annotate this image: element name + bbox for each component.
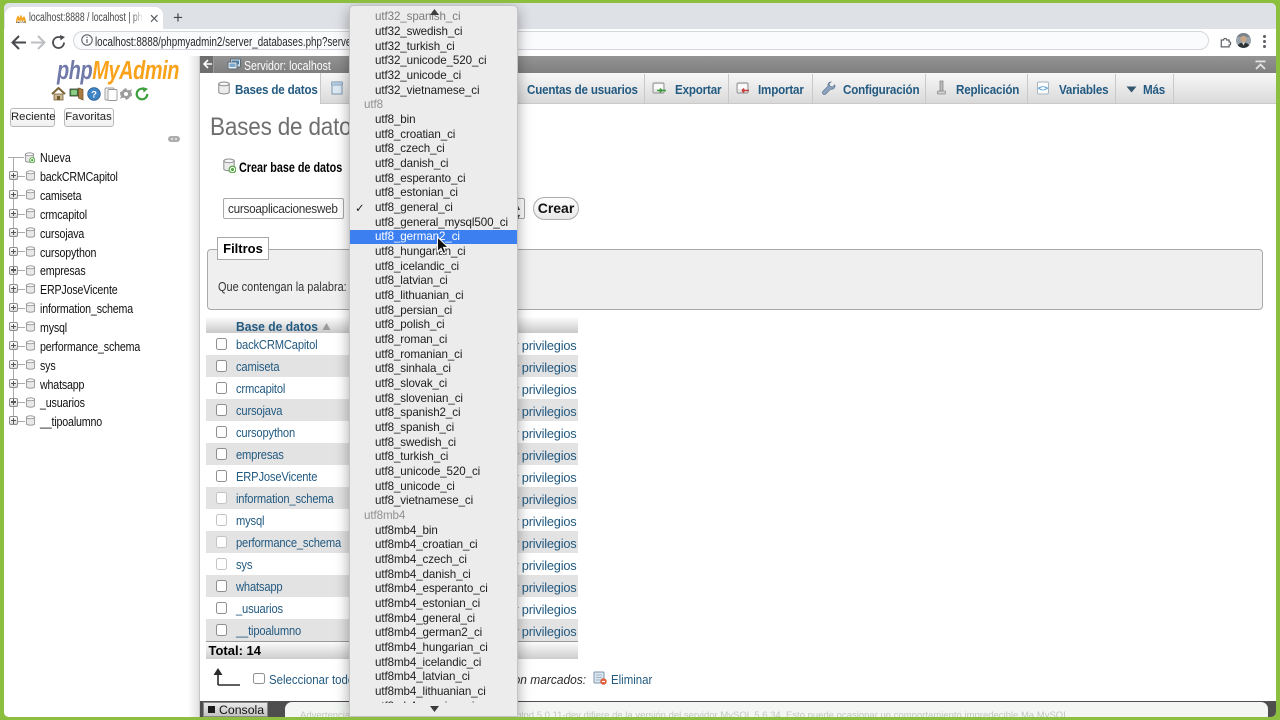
svg-text:?: ? <box>91 90 97 101</box>
svg-text:<>: <> <box>1038 83 1048 93</box>
svg-text:PMA: PMA <box>17 20 25 24</box>
